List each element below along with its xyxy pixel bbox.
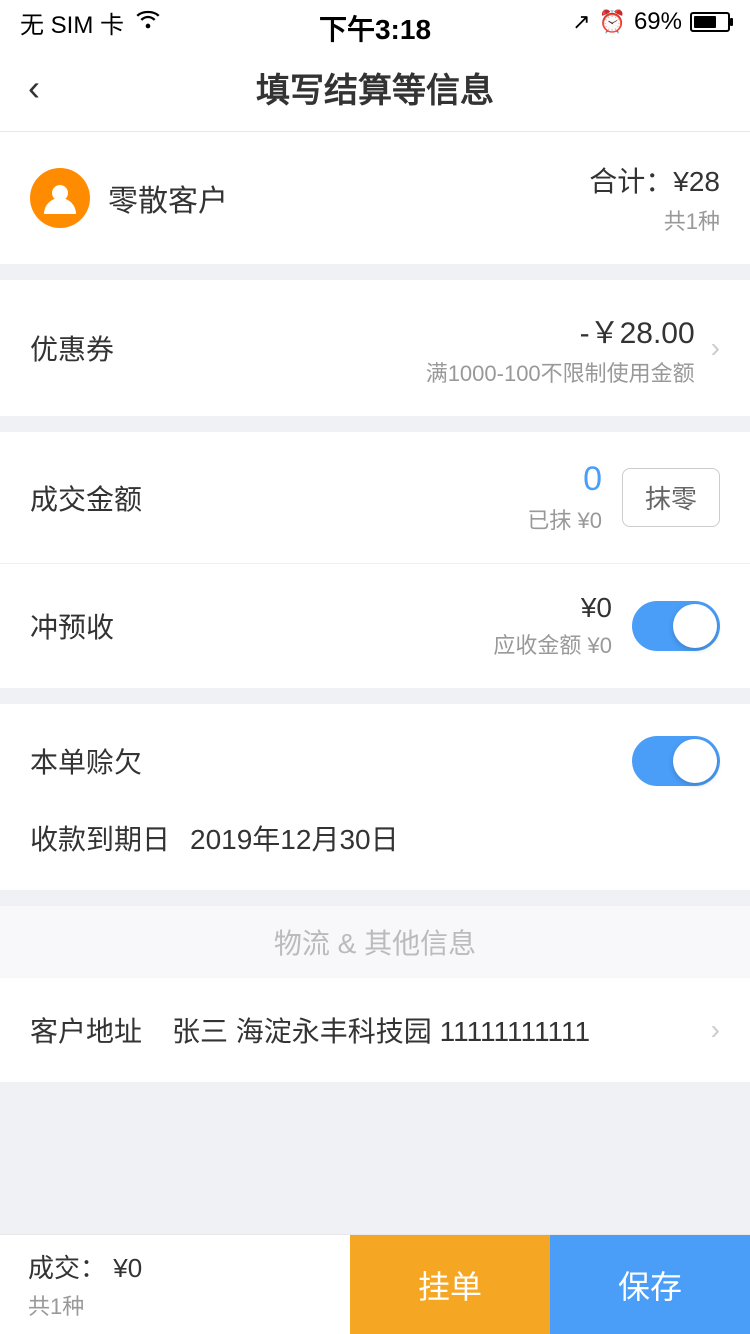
pre-receive-values: ¥0 应收金额 ¥0 <box>493 592 612 660</box>
arrears-section: 本单赊欠 收款到期日 2019年12月30日 <box>0 704 750 890</box>
transaction-row: 成交金额 0 已抹 ¥0 抹零 <box>0 432 750 564</box>
logistics-label: 物流 & 其他信息 <box>274 922 476 962</box>
toggle-knob <box>673 604 717 648</box>
deal-value: ¥0 <box>113 1253 142 1283</box>
due-date-label: 收款到期日 <box>30 818 170 858</box>
transaction-label: 成交金额 <box>30 478 142 518</box>
address-value: 张三 海淀永丰科技园 11111111111 <box>172 1010 711 1050</box>
bottom-count: 共1种 <box>28 1289 322 1321</box>
coupon-value: -￥28.00 满1000-100不限制使用金额 <box>426 308 695 388</box>
total-count: 共1种 <box>589 204 720 236</box>
arrears-toggle[interactable] <box>632 736 720 786</box>
chevron-right-icon: › <box>711 332 720 364</box>
status-right: ↗ ⏰ 69% <box>572 8 730 36</box>
pre-value: ¥0 <box>493 592 612 624</box>
coupon-right: -￥28.00 满1000-100不限制使用金额 › <box>426 308 720 388</box>
address-chevron-icon: › <box>711 1014 720 1046</box>
status-left: 无 SIM 卡 <box>20 5 162 40</box>
coupon-card[interactable]: 优惠券 -￥28.00 满1000-100不限制使用金额 › <box>0 280 750 416</box>
save-button-label: 保存 <box>618 1262 682 1308</box>
page-title: 填写结算等信息 <box>256 63 494 112</box>
battery-icon <box>690 12 730 32</box>
address-row[interactable]: 客户地址 张三 海淀永丰科技园 11111111111 › <box>0 978 750 1082</box>
discount-desc: 满1000-100不限制使用金额 <box>426 356 695 388</box>
hold-button-label: 挂单 <box>418 1262 482 1308</box>
location-icon: ↗ <box>572 9 590 35</box>
due-date-value[interactable]: 2019年12月30日 <box>190 818 399 858</box>
hold-button[interactable]: 挂单 <box>350 1235 550 1334</box>
round-zero-button[interactable]: 抹零 <box>622 468 720 527</box>
pre-receive-row: 冲预收 ¥0 应收金额 ¥0 <box>0 564 750 688</box>
pre-receive-label: 冲预收 <box>30 606 114 646</box>
wifi-icon <box>134 8 162 36</box>
content: 零散客户 合计：¥28 共1种 优惠券 -￥28.00 满1000-100不限制… <box>0 132 750 1282</box>
status-bar: 无 SIM 卡 下午3:18 ↗ ⏰ 69% <box>0 0 750 44</box>
bottom-deal: 成交： ¥0 <box>28 1248 322 1285</box>
status-time: 下午3:18 <box>319 8 431 48</box>
toggle-knob-arrears <box>673 739 717 783</box>
due-date-row: 收款到期日 2019年12月30日 <box>0 818 750 890</box>
arrears-label: 本单赊欠 <box>30 741 142 781</box>
nav-bar: ‹ 填写结算等信息 <box>0 44 750 132</box>
transaction-sub: 已抹 ¥0 <box>527 503 602 535</box>
discount-amount: -￥28.00 <box>426 308 695 352</box>
transaction-section: 成交金额 0 已抹 ¥0 抹零 冲预收 ¥0 应收金额 ¥0 <box>0 432 750 688</box>
customer-total: 合计：¥28 共1种 <box>589 160 720 236</box>
coupon-row[interactable]: 优惠券 -￥28.00 满1000-100不限制使用金额 › <box>0 280 750 416</box>
pre-receive-toggle[interactable] <box>632 601 720 651</box>
coupon-label: 优惠券 <box>30 328 114 368</box>
save-button[interactable]: 保存 <box>550 1235 750 1334</box>
bottom-info: 成交： ¥0 共1种 <box>0 1235 350 1334</box>
total-amount: 合计：¥28 <box>589 160 720 200</box>
bottom-bar: 成交： ¥0 共1种 挂单 保存 <box>0 1234 750 1334</box>
pre-receive-right: ¥0 应收金额 ¥0 <box>493 592 720 660</box>
address-section[interactable]: 客户地址 张三 海淀永丰科技园 11111111111 › <box>0 978 750 1082</box>
pre-sub: 应收金额 ¥0 <box>493 628 612 660</box>
logistics-section: 物流 & 其他信息 <box>0 906 750 978</box>
deal-label: 成交： <box>28 1253 106 1283</box>
carrier-text: 无 SIM 卡 <box>20 5 124 40</box>
address-label: 客户地址 <box>30 1010 142 1050</box>
customer-name: 零散客户 <box>108 176 228 220</box>
back-button[interactable]: ‹ <box>28 67 40 109</box>
avatar <box>30 168 90 228</box>
alarm-icon: ⏰ <box>599 9 626 35</box>
transaction-value[interactable]: 0 <box>527 460 602 499</box>
battery-percent: 69% <box>634 8 682 36</box>
transaction-right: 0 已抹 ¥0 抹零 <box>527 460 720 535</box>
arrears-row: 本单赊欠 <box>0 704 750 818</box>
customer-card: 零散客户 合计：¥28 共1种 <box>0 132 750 264</box>
customer-left: 零散客户 <box>30 168 228 228</box>
